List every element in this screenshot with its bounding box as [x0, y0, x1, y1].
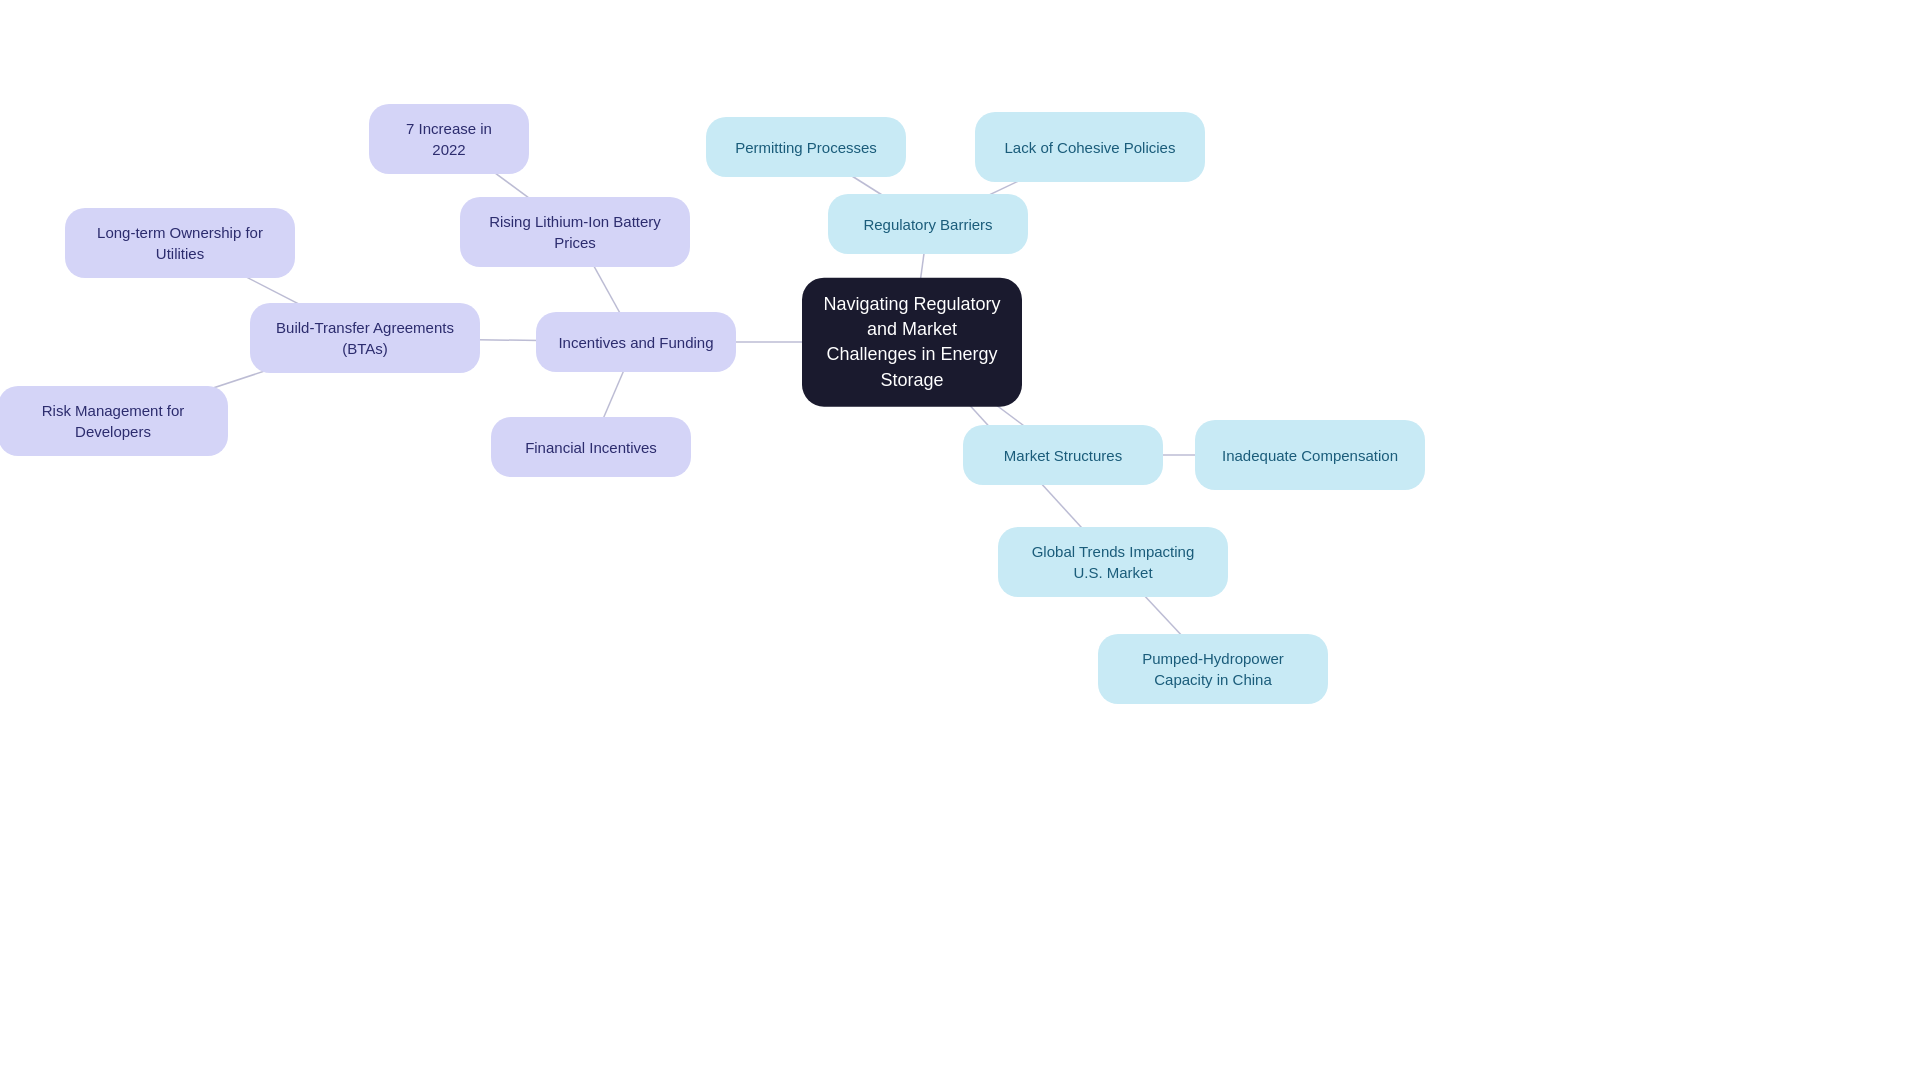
long-term-label: Long-term Ownership for Utilities: [85, 222, 275, 264]
risk-mgmt-label: Risk Management for Developers: [18, 400, 208, 442]
market-structures-label: Market Structures: [1004, 445, 1122, 466]
center-label: Navigating Regulatory and Market Challen…: [822, 292, 1002, 393]
rising-prices-label: Rising Lithium-Ion Battery Prices: [480, 211, 670, 253]
regulatory-barriers-label: Regulatory Barriers: [863, 214, 992, 235]
mind-map: Navigating Regulatory and Market Challen…: [0, 0, 1920, 1083]
pumped-hydro-node[interactable]: Pumped-Hydropower Capacity in China: [1098, 634, 1328, 704]
incentives-node[interactable]: Incentives and Funding: [536, 312, 736, 372]
bta-label: Build-Transfer Agreements (BTAs): [270, 317, 460, 359]
incentives-label: Incentives and Funding: [558, 332, 713, 353]
rising-prices-node[interactable]: Rising Lithium-Ion Battery Prices: [460, 197, 690, 267]
inadequate-comp-node[interactable]: Inadequate Compensation: [1195, 420, 1425, 490]
financial-incentives-label: Financial Incentives: [525, 437, 657, 458]
global-trends-node[interactable]: Global Trends Impacting U.S. Market: [998, 527, 1228, 597]
increase-2022-node[interactable]: 7 Increase in 2022: [369, 104, 529, 174]
pumped-hydro-label: Pumped-Hydropower Capacity in China: [1118, 648, 1308, 690]
permitting-label: Permitting Processes: [735, 137, 877, 158]
connections-svg: [0, 0, 1920, 1083]
increase-2022-label: 7 Increase in 2022: [389, 118, 509, 160]
regulatory-barriers-node[interactable]: Regulatory Barriers: [828, 194, 1028, 254]
global-trends-label: Global Trends Impacting U.S. Market: [1018, 541, 1208, 583]
market-structures-node[interactable]: Market Structures: [963, 425, 1163, 485]
center-node[interactable]: Navigating Regulatory and Market Challen…: [802, 278, 1022, 407]
inadequate-comp-label: Inadequate Compensation: [1222, 445, 1398, 466]
permitting-node[interactable]: Permitting Processes: [706, 117, 906, 177]
long-term-node[interactable]: Long-term Ownership for Utilities: [65, 208, 295, 278]
cohesive-policies-node[interactable]: Lack of Cohesive Policies: [975, 112, 1205, 182]
financial-incentives-node[interactable]: Financial Incentives: [491, 417, 691, 477]
bta-node[interactable]: Build-Transfer Agreements (BTAs): [250, 303, 480, 373]
cohesive-policies-label: Lack of Cohesive Policies: [1005, 137, 1176, 158]
risk-mgmt-node[interactable]: Risk Management for Developers: [0, 386, 228, 456]
